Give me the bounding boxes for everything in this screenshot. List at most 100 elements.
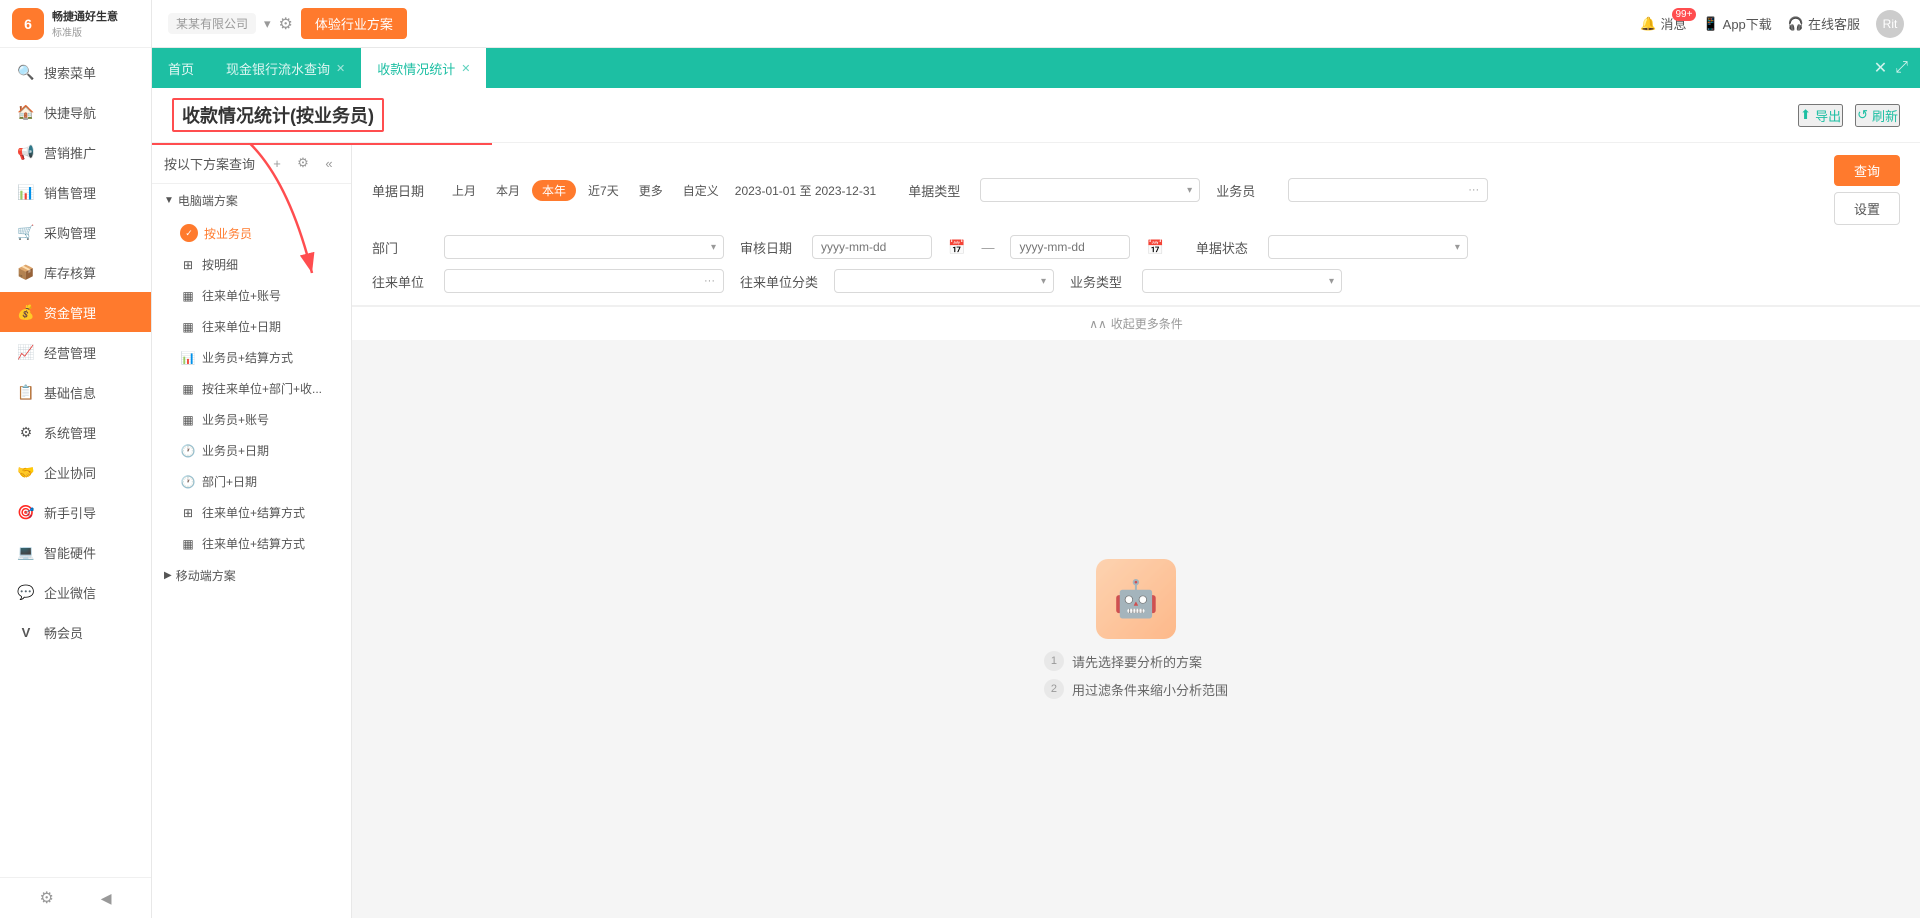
counterpart-cat-select[interactable] xyxy=(834,269,1054,293)
sidebar-item-vip[interactable]: V 畅会员 xyxy=(0,612,151,652)
sidebar-bottom: ⚙ ◀ xyxy=(0,877,151,918)
counterpart-more-icon[interactable]: ··· xyxy=(704,275,715,287)
sidebar-collapse-btn[interactable]: ◀ xyxy=(101,890,112,907)
dept-select[interactable] xyxy=(444,235,724,259)
tab-expand-icon[interactable]: ⤢ xyxy=(1895,59,1908,77)
salesperson-input[interactable] xyxy=(1297,183,1468,197)
scheme-group-desktop-title[interactable]: ▼ 电脑端方案 xyxy=(152,184,351,217)
sidebar-item-sales[interactable]: 📊 销售管理 xyxy=(0,172,151,212)
voucher-status-select[interactable] xyxy=(1268,235,1468,259)
collapse-bar[interactable]: ∧∧ 收起更多条件 xyxy=(352,306,1920,340)
scheme-item-unit-settle1[interactable]: ⊞ 往来单位+结算方式 xyxy=(152,497,351,528)
unit-settle2-icon: ▦ xyxy=(180,536,196,552)
audit-cal-end-icon[interactable]: 📅 xyxy=(1146,239,1163,256)
scheme-item-salesperson-settle[interactable]: 📊 业务员+结算方式 xyxy=(152,342,351,373)
tab-bar-actions: ✕ ⤢ xyxy=(1862,58,1920,78)
date-custom[interactable]: 自定义 xyxy=(675,180,727,201)
date-more[interactable]: 更多 xyxy=(631,180,671,201)
sidebar-item-search[interactable]: 🔍 搜索菜单 xyxy=(0,52,151,92)
group-expand-icon: ▼ xyxy=(164,195,174,206)
sidebar-item-inventory[interactable]: 📦 库存核算 xyxy=(0,252,151,292)
audit-date-end[interactable] xyxy=(1010,235,1130,259)
breadcrumb: 某某有限公司 xyxy=(168,13,256,34)
tab-close-all-icon[interactable]: ✕ xyxy=(1874,58,1887,78)
tab-bank-flow-close-icon[interactable]: ✕ xyxy=(336,62,345,75)
sidebar-item-system[interactable]: ⚙ 系统管理 xyxy=(0,412,151,452)
voucher-type-select[interactable] xyxy=(980,178,1200,202)
filter-row-2: 部门 ▾ 审核日期 📅 — 📅 单据状态 xyxy=(372,235,1900,259)
inventory-icon: 📦 xyxy=(16,262,36,282)
sidebar-item-quicknav[interactable]: 🏠 快捷导航 xyxy=(0,92,151,132)
dept-date-icon: 🕐 xyxy=(180,474,196,490)
step2-num: 2 xyxy=(1044,679,1064,699)
dept-label: 部门 xyxy=(372,238,428,257)
left-panel-collapse-btn[interactable]: « xyxy=(319,153,339,173)
date-this-year[interactable]: 本年 xyxy=(532,180,576,201)
scheme-group-mobile-title[interactable]: ▶ 移动端方案 xyxy=(152,559,351,592)
operations-icon: 📈 xyxy=(16,342,36,362)
trial-btn[interactable]: 体验行业方案 xyxy=(301,8,407,39)
scheme-group-mobile: ▶ 移动端方案 xyxy=(152,559,351,592)
audit-date-start[interactable] xyxy=(812,235,932,259)
business-type-select[interactable] xyxy=(1142,269,1342,293)
filter-area: 单据日期 上月 本月 本年 近7天 更多 自定义 2023-01-01 至 20… xyxy=(352,143,1920,306)
quick-nav-icon: 🏠 xyxy=(16,102,36,122)
filter-settings-btn[interactable]: 设置 xyxy=(1834,192,1900,225)
search-menu-icon: 🔍 xyxy=(16,62,36,82)
scheme-item-unit-date[interactable]: ▦ 往来单位+日期 xyxy=(152,311,351,342)
header-gear-icon[interactable]: ⚙ xyxy=(279,14,293,34)
date-this-month[interactable]: 本月 xyxy=(488,180,528,201)
export-btn[interactable]: ⬆ 导出 xyxy=(1798,104,1843,127)
scheme-item-unit-settle2[interactable]: ▦ 往来单位+结算方式 xyxy=(152,528,351,559)
scheme-item-salesperson[interactable]: ✓ 按业务员 xyxy=(152,217,351,249)
voucher-status-label: 单据状态 xyxy=(1196,238,1252,257)
audit-cal-start-icon[interactable]: 📅 xyxy=(948,239,965,256)
salesperson-input-wrap: ··· xyxy=(1288,178,1488,202)
notification-btn[interactable]: 🔔 消息 99+ xyxy=(1640,14,1686,33)
counterpart-input[interactable] xyxy=(453,274,704,288)
date-last7[interactable]: 近7天 xyxy=(580,180,627,201)
sidebar-item-corp[interactable]: 🤝 企业协同 xyxy=(0,452,151,492)
scheme-item-salesperson-account[interactable]: ▦ 业务员+账号 xyxy=(152,404,351,435)
sidebar-item-marketing[interactable]: 📢 营销推广 xyxy=(0,132,151,172)
marketing-icon: 📢 xyxy=(16,142,36,162)
salesperson-account-icon: ▦ xyxy=(180,412,196,428)
sidebar-item-operations[interactable]: 📈 经营管理 xyxy=(0,332,151,372)
dept-select-wrap: ▾ xyxy=(444,235,724,259)
step1-num: 1 xyxy=(1044,651,1064,671)
sidebar-item-finance[interactable]: 💰 资金管理 xyxy=(0,292,151,332)
unit-date-icon: ▦ xyxy=(180,319,196,335)
audit-date-dash: — xyxy=(981,240,994,255)
tab-bank-flow[interactable]: 现金银行流水查询 ✕ xyxy=(210,48,361,88)
tab-receipt-stats-close-icon[interactable]: ✕ xyxy=(461,62,470,75)
query-btn[interactable]: 查询 xyxy=(1834,155,1900,186)
sidebar: 6 畅捷通好生意 标准版 🔍 搜索菜单 🏠 快捷导航 📢 营销推广 📊 销售管理… xyxy=(0,0,152,918)
salesperson-more-icon[interactable]: ··· xyxy=(1468,184,1479,196)
sidebar-item-basic-info[interactable]: 📋 基础信息 xyxy=(0,372,151,412)
sidebar-item-hardware[interactable]: 💻 智能硬件 xyxy=(0,532,151,572)
app-download-btn[interactable]: 📱 App下载 xyxy=(1702,14,1771,33)
voucher-type-label: 单据类型 xyxy=(908,181,964,200)
scheme-item-dept-date[interactable]: 🕐 部门+日期 xyxy=(152,466,351,497)
date-last-month[interactable]: 上月 xyxy=(444,180,484,201)
user-avatar[interactable]: Rit xyxy=(1876,10,1904,38)
empty-state: 🤖 1 请先选择要分析的方案 2 用过滤条件来缩小分析范围 xyxy=(352,340,1920,918)
corp-icon: 🤝 xyxy=(16,462,36,482)
tab-home[interactable]: 首页 xyxy=(152,48,210,88)
mobile-group-icon: ▶ xyxy=(164,570,172,581)
scheme-item-salesperson-date[interactable]: 🕐 业务员+日期 xyxy=(152,435,351,466)
tab-receipt-stats[interactable]: 收款情况统计 ✕ xyxy=(361,48,486,88)
left-panel-add-btn[interactable]: + xyxy=(267,153,287,173)
scheme-item-unit-dept[interactable]: ▦ 按往来单位+部门+收... xyxy=(152,373,351,404)
refresh-btn[interactable]: ↺ 刷新 xyxy=(1855,104,1900,127)
sidebar-item-guide[interactable]: 🎯 新手引导 xyxy=(0,492,151,532)
sidebar-item-wechat[interactable]: 💬 企业微信 xyxy=(0,572,151,612)
left-panel-settings-btn[interactable]: ⚙ xyxy=(293,153,313,173)
voucher-type-select-wrap: ▾ xyxy=(980,178,1200,202)
scheme-item-unit-account[interactable]: ▦ 往来单位+账号 xyxy=(152,280,351,311)
online-support-btn[interactable]: 🎧 在线客服 xyxy=(1788,14,1860,33)
sidebar-settings-btn[interactable]: ⚙ xyxy=(39,888,53,908)
sidebar-item-purchase[interactable]: 🛒 采购管理 xyxy=(0,212,151,252)
scheme-item-detail[interactable]: ⊞ 按明细 xyxy=(152,249,351,280)
logo-icon: 6 xyxy=(12,8,44,40)
